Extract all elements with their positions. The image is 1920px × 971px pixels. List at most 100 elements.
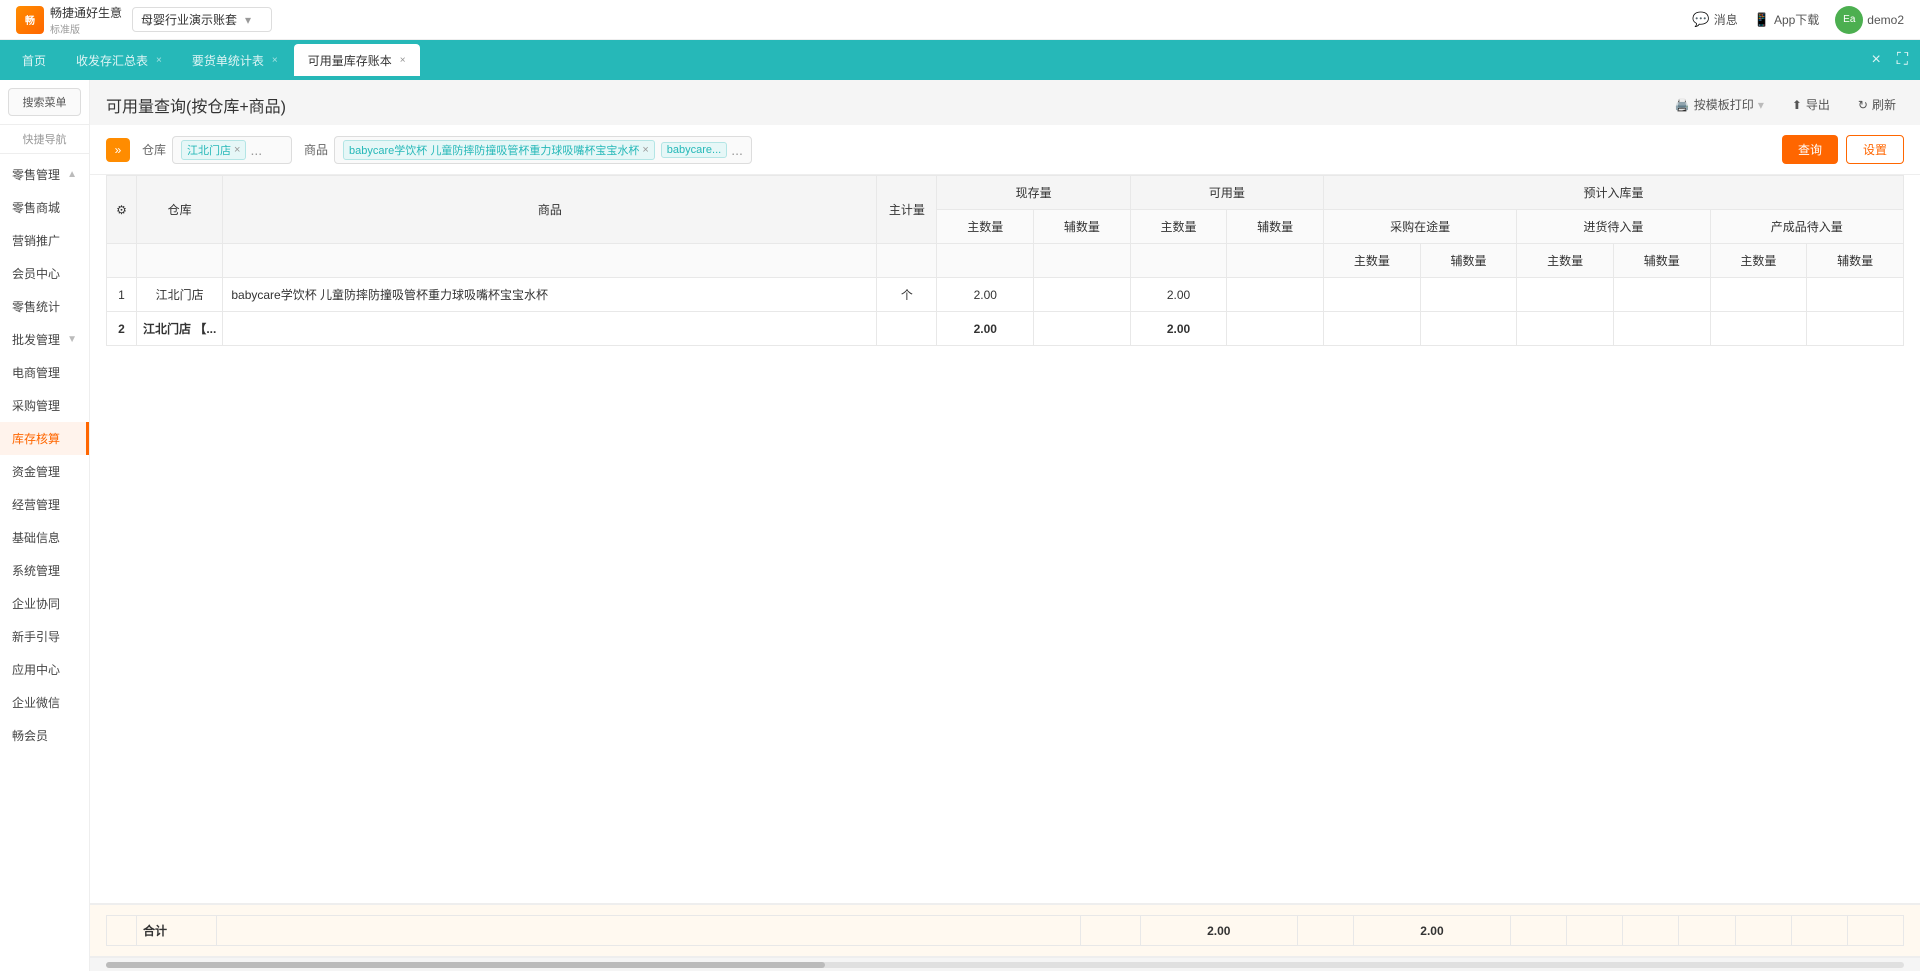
tab-order-stats-label: 要货单统计表 bbox=[192, 52, 264, 69]
warehouse-filter-label: 仓库 bbox=[142, 141, 166, 158]
page-actions: 🖨️ 按模板打印 ▾ ⬆ 导出 ↻ 刷新 bbox=[1667, 92, 1904, 117]
row-finished-aux bbox=[1807, 278, 1904, 312]
warehouse-col-header: 仓库 bbox=[137, 176, 223, 244]
row-available-main: 2.00 bbox=[1130, 278, 1227, 312]
refresh-button[interactable]: ↻ 刷新 bbox=[1850, 92, 1904, 117]
top-bar: 畅 畅捷通好生意 标准版 母婴行业演示账套 ▾ 💬 消息 📱 App下载 Ea … bbox=[0, 0, 1920, 40]
sidebar-item-app-center[interactable]: 应用中心 bbox=[0, 653, 89, 686]
logo-icon: 畅 bbox=[16, 6, 44, 34]
row-available-main: 2.00 bbox=[1130, 312, 1227, 346]
sidebar: 搜索菜单 快捷导航 零售管理 ▲ 零售商城 营销推广 会员中心 零售统计 批发管… bbox=[0, 80, 90, 971]
finished-aux-header: 辅数量 bbox=[1807, 244, 1904, 278]
tab-available-inventory[interactable]: 可用量库存账本 × bbox=[294, 44, 420, 76]
download-icon: 📱 bbox=[1754, 12, 1770, 28]
product-filter-input[interactable]: babycare学饮杯 儿童防摔防撞吸管杯重力球吸嘴杯宝宝水杯 × babyca… bbox=[334, 136, 752, 164]
row-main-unit bbox=[877, 312, 937, 346]
tab-receive[interactable]: 收发存汇总表 × bbox=[62, 44, 176, 76]
settings-col-header: ⚙ bbox=[107, 176, 137, 244]
available-main-qty-header: 主数量 bbox=[1130, 210, 1227, 244]
settings-button[interactable]: 设置 bbox=[1846, 135, 1904, 164]
sidebar-item-zero-retail-mall[interactable]: 零售商城 bbox=[0, 191, 89, 224]
tab-receive-label: 收发存汇总表 bbox=[76, 52, 148, 69]
sidebar-item-member-center[interactable]: 会员中心 bbox=[0, 257, 89, 290]
empty-4 bbox=[877, 244, 937, 278]
row-incoming-aux bbox=[1613, 278, 1710, 312]
available-aux-qty-header: 辅数量 bbox=[1227, 210, 1324, 244]
incoming-aux-header: 辅数量 bbox=[1613, 244, 1710, 278]
filter-expand-button[interactable]: » bbox=[106, 138, 130, 162]
sidebar-item-operations[interactable]: 经营管理 bbox=[0, 488, 89, 521]
app-download-button[interactable]: 📱 App下载 bbox=[1754, 11, 1820, 28]
product-col-header: 商品 bbox=[223, 176, 877, 244]
purchased-transit-header: 采购在途量 bbox=[1324, 210, 1517, 244]
row-current-main: 2.00 bbox=[937, 312, 1034, 346]
scroll-track bbox=[106, 962, 1904, 968]
sidebar-item-inventory[interactable]: 库存核算 bbox=[0, 422, 89, 455]
product-filter-group: 商品 babycare学饮杯 儿童防摔防撞吸管杯重力球吸嘴杯宝宝水杯 × bab… bbox=[304, 136, 752, 164]
export-button[interactable]: ⬆ 导出 bbox=[1784, 92, 1838, 117]
row-no: 2 bbox=[107, 312, 137, 346]
warehouse-filter-input[interactable]: 江北门店 × ... bbox=[172, 136, 292, 164]
product-filter-more[interactable]: ... bbox=[731, 142, 743, 158]
page-title: 可用量查询(按仓库+商品) bbox=[106, 93, 286, 117]
close-all-tabs-button[interactable]: × bbox=[1867, 49, 1884, 71]
empty-7 bbox=[1130, 244, 1227, 278]
sidebar-item-purchase[interactable]: 采购管理 bbox=[0, 389, 89, 422]
total-current-main: 2.00 bbox=[1140, 916, 1297, 946]
tab-order-stats[interactable]: 要货单统计表 × bbox=[178, 44, 292, 76]
product-tag1-remove[interactable]: × bbox=[642, 144, 648, 156]
tab-order-stats-close[interactable]: × bbox=[272, 55, 278, 66]
export-icon: ⬆ bbox=[1792, 98, 1802, 112]
product-tag-1: babycare学饮杯 儿童防摔防撞吸管杯重力球吸嘴杯宝宝水杯 × bbox=[343, 140, 655, 160]
sidebar-item-wholesale-mgmt[interactable]: 批发管理 ▼ bbox=[0, 323, 89, 356]
sidebar-item-finance[interactable]: 资金管理 bbox=[0, 455, 89, 488]
sidebar-item-vip-member[interactable]: 畅会员 bbox=[0, 719, 89, 752]
refresh-icon: ↻ bbox=[1858, 98, 1868, 112]
sidebar-item-retail-stats[interactable]: 零售统计 bbox=[0, 290, 89, 323]
sidebar-item-enterprise-collab[interactable]: 企业协同 bbox=[0, 587, 89, 620]
chevron-down-icon: ▾ bbox=[1758, 98, 1764, 112]
user-menu[interactable]: Ea demo2 bbox=[1835, 6, 1904, 34]
sidebar-search-area: 搜索菜单 bbox=[0, 80, 89, 125]
sidebar-item-marketing[interactable]: 营销推广 bbox=[0, 224, 89, 257]
sidebar-item-system[interactable]: 系统管理 bbox=[0, 554, 89, 587]
tab-home-label: 首页 bbox=[22, 52, 46, 69]
print-button[interactable]: 🖨️ 按模板打印 ▾ bbox=[1667, 92, 1772, 117]
row-incoming-main bbox=[1517, 278, 1614, 312]
incoming-pending-header: 进货待入量 bbox=[1517, 210, 1710, 244]
finished-main-header: 主数量 bbox=[1710, 244, 1807, 278]
sidebar-item-enterprise-wechat[interactable]: 企业微信 bbox=[0, 686, 89, 719]
inventory-table: ⚙ 仓库 商品 主计量 现存量 可用量 预计入库量 主数量 辅数量 主数量 辅数… bbox=[106, 175, 1904, 346]
main-unit-col-header: 主计量 bbox=[877, 176, 937, 244]
warehouse-tag-remove[interactable]: × bbox=[234, 144, 240, 156]
tab-receive-close[interactable]: × bbox=[156, 55, 162, 66]
empty-8 bbox=[1227, 244, 1324, 278]
scroll-bar-area bbox=[90, 957, 1920, 971]
scroll-thumb[interactable] bbox=[106, 962, 825, 968]
incoming-main-header: 主数量 bbox=[1517, 244, 1614, 278]
warehouse-filter-more[interactable]: ... bbox=[250, 142, 262, 158]
tab-available-inventory-close[interactable]: × bbox=[400, 55, 406, 66]
sidebar-item-ecommerce[interactable]: 电商管理 bbox=[0, 356, 89, 389]
total-table: 合计 2.00 2.00 bbox=[106, 915, 1904, 946]
industry-select[interactable]: 母婴行业演示账套 ▾ bbox=[132, 7, 272, 32]
msg-button[interactable]: 💬 消息 bbox=[1692, 11, 1737, 28]
row-warehouse: 江北门店 bbox=[137, 278, 223, 312]
row-purchased-aux bbox=[1420, 278, 1517, 312]
sidebar-item-zero-retail-mgmt[interactable]: 零售管理 ▲ bbox=[0, 158, 89, 191]
row-available-aux bbox=[1227, 312, 1324, 346]
query-button[interactable]: 查询 bbox=[1782, 135, 1838, 164]
fullscreen-button[interactable]: ⛶ bbox=[1893, 49, 1912, 71]
content: 可用量查询(按仓库+商品) 🖨️ 按模板打印 ▾ ⬆ 导出 ↻ 刷新 bbox=[90, 80, 1920, 971]
tab-home[interactable]: 首页 bbox=[8, 44, 60, 76]
total-row: 合计 2.00 2.00 bbox=[90, 903, 1920, 957]
table-row: 1 江北门店 babycare学饮杯 儿童防摔防撞吸管杯重力球吸嘴杯宝宝水杯 个… bbox=[107, 278, 1904, 312]
quick-nav-label: 快捷导航 bbox=[8, 131, 81, 147]
search-menu-button[interactable]: 搜索菜单 bbox=[8, 88, 81, 116]
sidebar-quick-nav: 快捷导航 bbox=[0, 125, 89, 154]
sidebar-item-new-guide[interactable]: 新手引导 bbox=[0, 620, 89, 653]
row-finished-main bbox=[1710, 312, 1807, 346]
sidebar-item-basic-info[interactable]: 基础信息 bbox=[0, 521, 89, 554]
sidebar-section: 零售管理 ▲ 零售商城 营销推广 会员中心 零售统计 批发管理 ▼ 电商管理 bbox=[0, 154, 89, 756]
table-settings-icon[interactable]: ⚙ bbox=[116, 203, 127, 217]
